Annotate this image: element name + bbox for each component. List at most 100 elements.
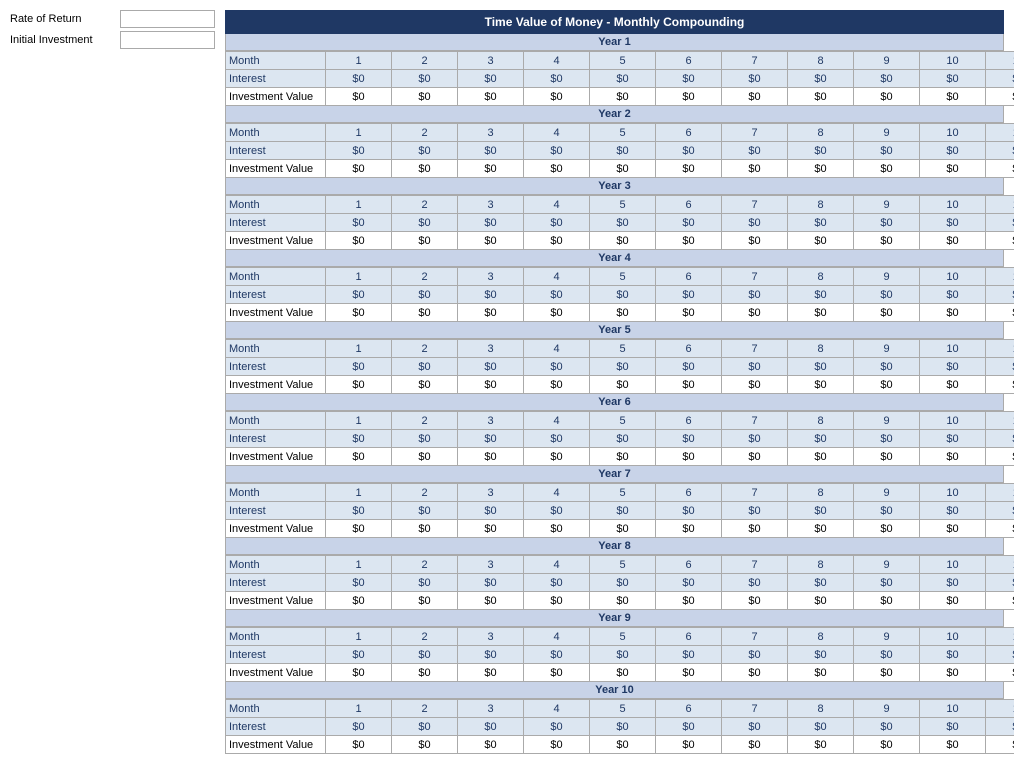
- year-header-10: Year 10: [225, 682, 1004, 699]
- interest-cell: $0: [788, 142, 854, 160]
- month-header-9: 9: [854, 484, 920, 502]
- month-header-3: 3: [458, 412, 524, 430]
- interest-cell: $0: [392, 574, 458, 592]
- interest-cell: $0: [590, 70, 656, 88]
- investment-value-cell: $0: [590, 88, 656, 106]
- month-header-7: 7: [722, 484, 788, 502]
- investment-value-cell: $0: [524, 592, 590, 610]
- month-header-9: 9: [854, 340, 920, 358]
- month-header-5: 5: [590, 124, 656, 142]
- investment-value-cell: $0: [854, 232, 920, 250]
- investment-value-cell: $0: [656, 88, 722, 106]
- interest-cell: $0: [326, 358, 392, 376]
- investment-value-cell: $0: [524, 448, 590, 466]
- rate-of-return-input[interactable]: [120, 10, 215, 28]
- investment-value-cell: $0: [326, 592, 392, 610]
- interest-cell: $0: [524, 502, 590, 520]
- investment-value-cell: $0: [524, 232, 590, 250]
- month-row-label: Month: [226, 412, 326, 430]
- interest-cell: $0: [986, 70, 1014, 88]
- month-header-4: 4: [524, 484, 590, 502]
- interest-cell: $0: [326, 646, 392, 664]
- investment-value-cell: $0: [392, 376, 458, 394]
- interest-cell: $0: [920, 70, 986, 88]
- month-header-3: 3: [458, 628, 524, 646]
- month-header-9: 9: [854, 268, 920, 286]
- interest-cell: $0: [590, 718, 656, 736]
- month-header-10: 10: [920, 52, 986, 70]
- month-header-6: 6: [656, 412, 722, 430]
- interest-cell: $0: [854, 214, 920, 232]
- month-header-9: 9: [854, 124, 920, 142]
- year-header-3: Year 3: [225, 178, 1004, 195]
- month-header-3: 3: [458, 124, 524, 142]
- month-header-7: 7: [722, 412, 788, 430]
- interest-cell: $0: [326, 214, 392, 232]
- investment-value-cell: $0: [986, 88, 1014, 106]
- interest-cell: $0: [524, 142, 590, 160]
- interest-cell: $0: [920, 142, 986, 160]
- month-header-11: 11: [986, 484, 1014, 502]
- month-header-4: 4: [524, 700, 590, 718]
- month-header-11: 11: [986, 700, 1014, 718]
- interest-cell: $0: [656, 286, 722, 304]
- month-header-1: 1: [326, 628, 392, 646]
- month-header-4: 4: [524, 628, 590, 646]
- month-header-6: 6: [656, 268, 722, 286]
- initial-investment-input[interactable]: [120, 31, 215, 49]
- investment-value-label: Investment Value: [226, 520, 326, 538]
- interest-cell: $0: [788, 574, 854, 592]
- month-header-10: 10: [920, 700, 986, 718]
- month-header-10: 10: [920, 340, 986, 358]
- investment-value-cell: $0: [524, 520, 590, 538]
- month-header-6: 6: [656, 52, 722, 70]
- month-row-label: Month: [226, 124, 326, 142]
- investment-value-cell: $0: [656, 232, 722, 250]
- investment-value-cell: $0: [590, 376, 656, 394]
- investment-value-cell: $0: [524, 664, 590, 682]
- year-section-3: Year 3Month123456789101112Interest$0$0$0…: [225, 178, 1004, 250]
- investment-value-cell: $0: [854, 376, 920, 394]
- page: Rate of Return Initial Investment Time V…: [0, 0, 1014, 764]
- interest-cell: $0: [458, 70, 524, 88]
- investment-value-cell: $0: [392, 160, 458, 178]
- investment-value-cell: $0: [458, 232, 524, 250]
- month-header-9: 9: [854, 628, 920, 646]
- month-header-8: 8: [788, 556, 854, 574]
- investment-value-cell: $0: [590, 448, 656, 466]
- month-header-11: 11: [986, 556, 1014, 574]
- investment-value-cell: $0: [722, 232, 788, 250]
- month-header-1: 1: [326, 196, 392, 214]
- investment-value-cell: $0: [722, 376, 788, 394]
- investment-value-cell: $0: [722, 88, 788, 106]
- investment-value-cell: $0: [590, 160, 656, 178]
- interest-cell: $0: [854, 358, 920, 376]
- month-header-9: 9: [854, 700, 920, 718]
- year-section-10: Year 10Month123456789101112Interest$0$0$…: [225, 682, 1004, 754]
- interest-cell: $0: [656, 646, 722, 664]
- investment-value-cell: $0: [920, 88, 986, 106]
- investment-value-cell: $0: [986, 664, 1014, 682]
- interest-cell: $0: [920, 646, 986, 664]
- month-header-1: 1: [326, 484, 392, 502]
- rate-of-return-label: Rate of Return: [10, 13, 120, 25]
- interest-cell: $0: [920, 214, 986, 232]
- month-header-7: 7: [722, 196, 788, 214]
- interest-cell: $0: [524, 358, 590, 376]
- interest-cell: $0: [656, 430, 722, 448]
- interest-cell: $0: [392, 70, 458, 88]
- investment-value-cell: $0: [458, 88, 524, 106]
- interest-cell: $0: [788, 646, 854, 664]
- interest-label: Interest: [226, 358, 326, 376]
- top-left-inputs: Rate of Return Initial Investment: [10, 10, 220, 52]
- investment-value-cell: $0: [392, 520, 458, 538]
- year-section-6: Year 6Month123456789101112Interest$0$0$0…: [225, 394, 1004, 466]
- month-header-10: 10: [920, 412, 986, 430]
- year-section-4: Year 4Month123456789101112Interest$0$0$0…: [225, 250, 1004, 322]
- interest-cell: $0: [458, 502, 524, 520]
- investment-value-cell: $0: [986, 160, 1014, 178]
- month-header-10: 10: [920, 556, 986, 574]
- month-header-10: 10: [920, 484, 986, 502]
- interest-cell: $0: [326, 70, 392, 88]
- month-header-9: 9: [854, 196, 920, 214]
